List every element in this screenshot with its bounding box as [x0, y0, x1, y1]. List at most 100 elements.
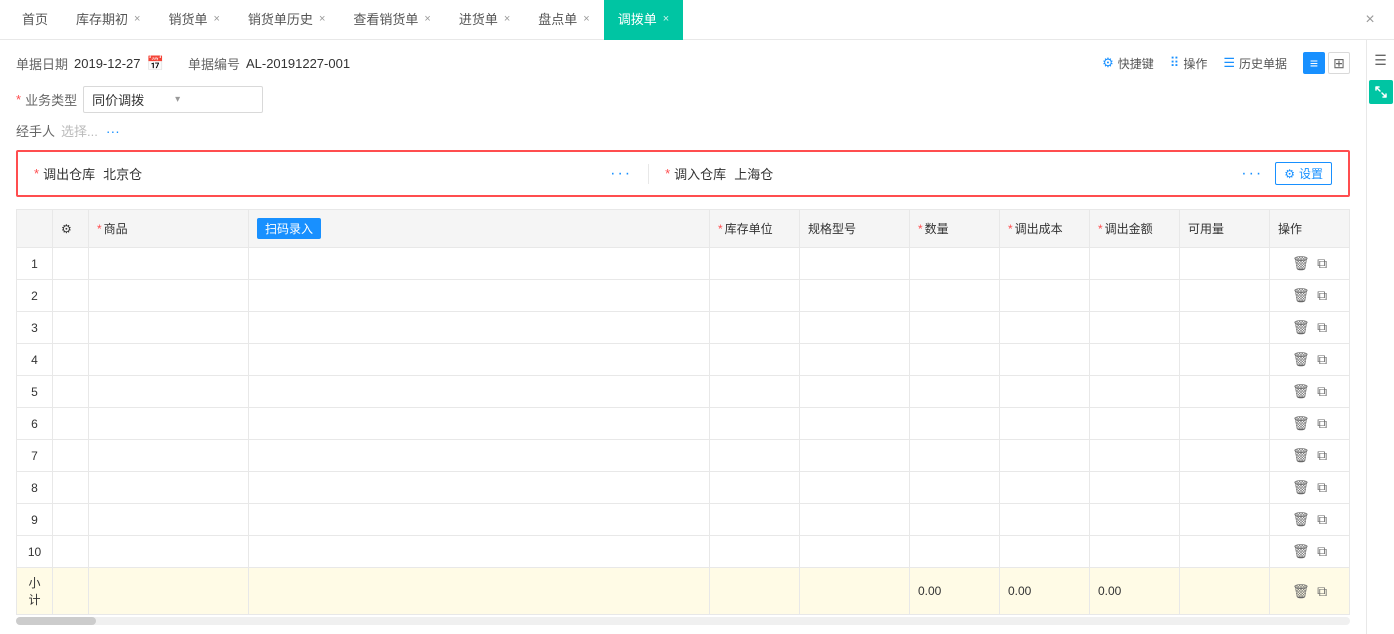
delete-icon[interactable]: 🗑 — [1292, 287, 1310, 303]
row-spec-cell[interactable] — [800, 312, 910, 344]
copy-icon[interactable]: ⧉ — [1317, 319, 1327, 335]
row-unit-cell[interactable] — [710, 504, 800, 536]
operation-button[interactable]: ⠿ 操作 — [1170, 55, 1208, 72]
tab-close-sales-order[interactable]: × — [213, 13, 219, 25]
copy-icon[interactable]: ⧉ — [1317, 543, 1327, 559]
row-goods-cell[interactable] — [89, 344, 249, 376]
row-spec-cell[interactable] — [800, 440, 910, 472]
row-cost-cell[interactable] — [1000, 344, 1090, 376]
row-cost-cell[interactable] — [1000, 504, 1090, 536]
delete-icon[interactable]: 🗑 — [1292, 447, 1310, 463]
row-goods-cell[interactable] — [89, 440, 249, 472]
delete-icon[interactable]: 🗑 — [1292, 319, 1310, 335]
delete-icon[interactable]: 🗑 — [1292, 511, 1310, 527]
row-qty-cell[interactable] — [910, 248, 1000, 280]
row-unit-cell[interactable] — [710, 344, 800, 376]
row-qty-cell[interactable] — [910, 472, 1000, 504]
sidebar-list-icon[interactable]: ☰ — [1369, 48, 1393, 72]
delete-icon[interactable]: 🗑 — [1292, 255, 1310, 271]
row-cost-cell[interactable] — [1000, 472, 1090, 504]
row-qty-cell[interactable] — [910, 344, 1000, 376]
tab-sales-history[interactable]: 销货单历史 × — [234, 0, 339, 40]
scrollbar-thumb[interactable] — [16, 617, 96, 625]
row-qty-cell[interactable] — [910, 280, 1000, 312]
horizontal-scrollbar[interactable] — [16, 617, 1350, 625]
row-cost-cell[interactable] — [1000, 280, 1090, 312]
copy-icon[interactable]: ⧉ — [1317, 287, 1327, 303]
window-close-button[interactable]: × — [1354, 4, 1386, 36]
tab-inventory-init[interactable]: 库存期初 × — [62, 0, 154, 40]
tab-close-view-sales[interactable]: × — [424, 13, 430, 25]
row-amount-cell[interactable] — [1090, 536, 1180, 568]
row-spec-cell[interactable] — [800, 248, 910, 280]
row-goods-cell[interactable] — [89, 472, 249, 504]
row-cost-cell[interactable] — [1000, 440, 1090, 472]
tab-sales-order[interactable]: 销货单 × — [154, 0, 233, 40]
tab-close-inventory-count[interactable]: × — [583, 13, 589, 25]
scan-button[interactable]: 扫码录入 — [257, 218, 321, 239]
tab-close-sales-history[interactable]: × — [319, 13, 325, 25]
row-amount-cell[interactable] — [1090, 408, 1180, 440]
row-qty-cell[interactable] — [910, 408, 1000, 440]
tab-close-purchase[interactable]: × — [504, 13, 510, 25]
row-goods-cell[interactable] — [89, 536, 249, 568]
copy-icon[interactable]: ⧉ — [1317, 447, 1327, 463]
calendar-icon[interactable]: 📅 — [147, 55, 164, 72]
row-spec-cell[interactable] — [800, 344, 910, 376]
row-unit-cell[interactable] — [710, 536, 800, 568]
row-amount-cell[interactable] — [1090, 312, 1180, 344]
row-amount-cell[interactable] — [1090, 504, 1180, 536]
business-type-select[interactable]: 同价调拨 ▾ — [83, 86, 263, 113]
row-cost-cell[interactable] — [1000, 408, 1090, 440]
row-amount-cell[interactable] — [1090, 344, 1180, 376]
warehouse-settings-button[interactable]: ⚙ 设置 — [1275, 162, 1332, 185]
row-qty-cell[interactable] — [910, 376, 1000, 408]
row-cost-cell[interactable] — [1000, 248, 1090, 280]
copy-icon[interactable]: ⧉ — [1317, 511, 1327, 527]
tab-purchase[interactable]: 进货单 × — [445, 0, 524, 40]
layout-list-button[interactable]: ≡ — [1303, 52, 1325, 74]
row-unit-cell[interactable] — [710, 472, 800, 504]
row-amount-cell[interactable] — [1090, 248, 1180, 280]
delete-icon[interactable]: 🗑 — [1292, 415, 1310, 431]
tab-inventory-count[interactable]: 盘点单 × — [524, 0, 603, 40]
col-settings-header[interactable]: ⚙ — [53, 210, 89, 248]
copy-icon[interactable]: ⧉ — [1317, 383, 1327, 399]
copy-icon[interactable]: ⧉ — [1317, 479, 1327, 495]
delete-icon[interactable]: 🗑 — [1292, 383, 1310, 399]
handler-more-icon[interactable]: ··· — [106, 123, 120, 139]
row-spec-cell[interactable] — [800, 472, 910, 504]
row-amount-cell[interactable] — [1090, 440, 1180, 472]
row-spec-cell[interactable] — [800, 376, 910, 408]
row-goods-cell[interactable] — [89, 248, 249, 280]
row-unit-cell[interactable] — [710, 280, 800, 312]
delete-icon[interactable]: 🗑 — [1292, 351, 1310, 367]
shortcut-button[interactable]: ⚙ 快捷键 — [1102, 55, 1154, 72]
row-goods-cell[interactable] — [89, 312, 249, 344]
row-unit-cell[interactable] — [710, 376, 800, 408]
in-more-icon[interactable]: ··· — [1241, 165, 1263, 183]
row-unit-cell[interactable] — [710, 312, 800, 344]
handler-select[interactable]: 选择... — [61, 121, 98, 140]
row-goods-cell[interactable] — [89, 280, 249, 312]
row-qty-cell[interactable] — [910, 312, 1000, 344]
tab-transfer[interactable]: 调拨单 × — [604, 0, 683, 40]
row-amount-cell[interactable] — [1090, 472, 1180, 504]
row-goods-cell[interactable] — [89, 376, 249, 408]
settings-icon[interactable]: ⚙ — [61, 222, 72, 236]
row-cost-cell[interactable] — [1000, 312, 1090, 344]
row-spec-cell[interactable] — [800, 536, 910, 568]
copy-icon[interactable]: ⧉ — [1317, 415, 1327, 431]
row-unit-cell[interactable] — [710, 248, 800, 280]
delete-icon[interactable]: 🗑 — [1292, 479, 1310, 495]
row-cost-cell[interactable] — [1000, 376, 1090, 408]
row-spec-cell[interactable] — [800, 408, 910, 440]
tab-view-sales[interactable]: 查看销货单 × — [339, 0, 444, 40]
row-goods-cell[interactable] — [89, 408, 249, 440]
tab-close-transfer[interactable]: × — [663, 13, 669, 25]
tab-close-inventory-init[interactable]: × — [134, 13, 140, 25]
row-amount-cell[interactable] — [1090, 280, 1180, 312]
row-qty-cell[interactable] — [910, 536, 1000, 568]
copy-icon[interactable]: ⧉ — [1317, 351, 1327, 367]
row-amount-cell[interactable] — [1090, 376, 1180, 408]
